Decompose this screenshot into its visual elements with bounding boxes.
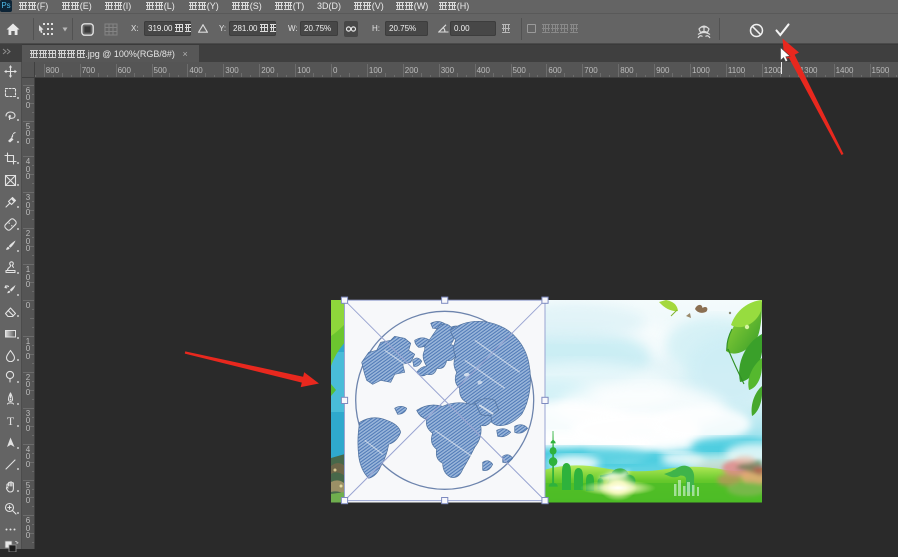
svg-text:T: T xyxy=(7,414,15,427)
